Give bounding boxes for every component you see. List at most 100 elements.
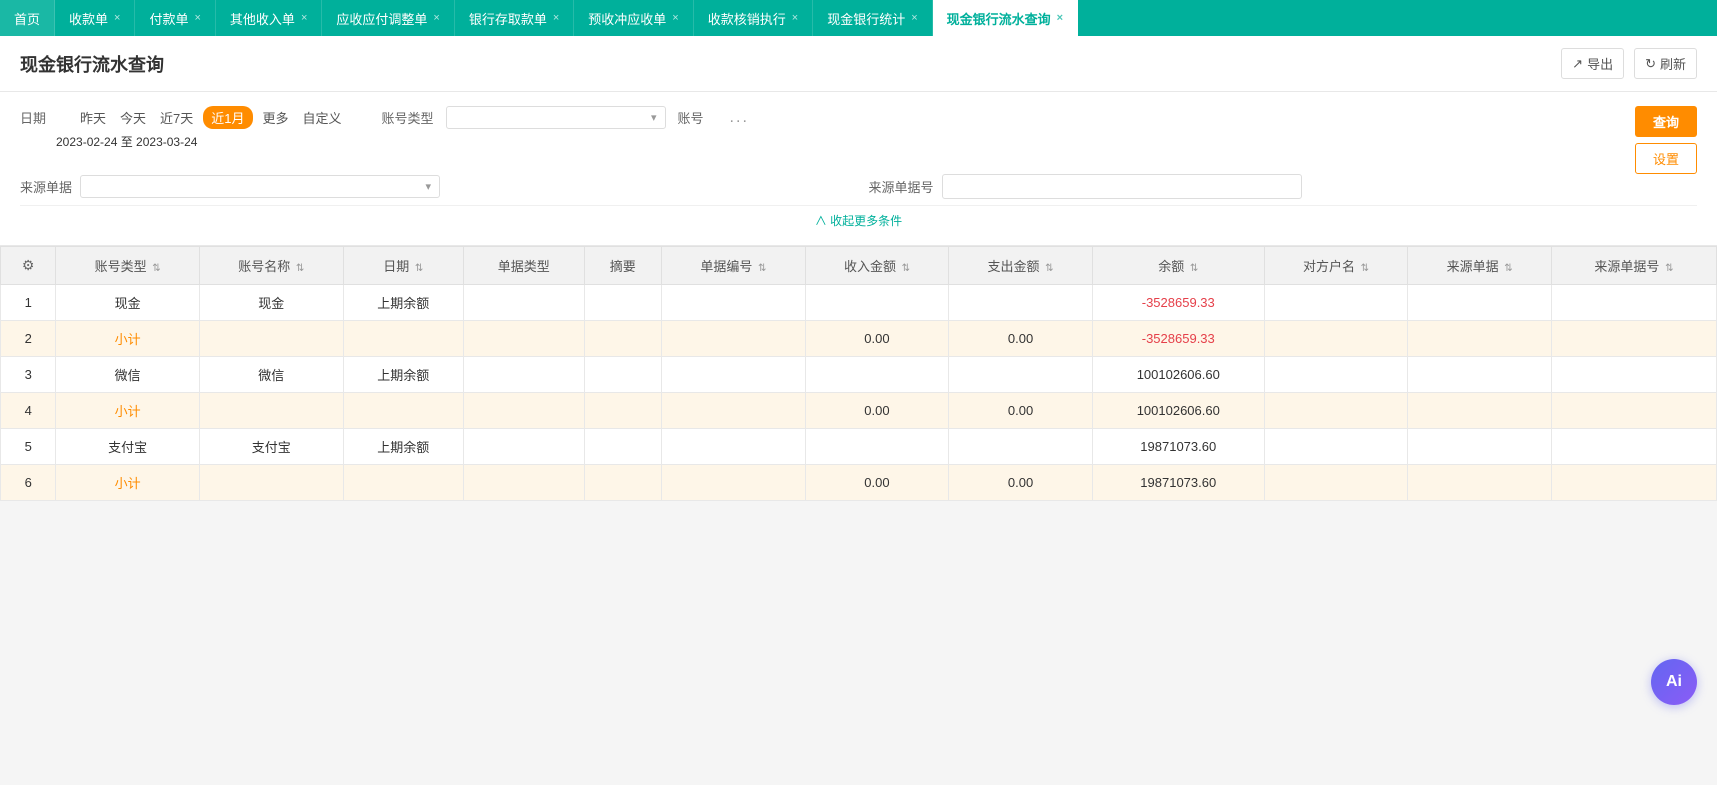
table-area: ⚙ 账号类型 ⇅ 账号名称 ⇅ 日期 ⇅ 单据类型 摘要 — [0, 246, 1717, 501]
table-cell — [1408, 393, 1552, 429]
date-shortcut-today[interactable]: 今天 — [116, 106, 150, 129]
table-cell — [662, 465, 806, 501]
account-dots-button[interactable]: ... — [730, 109, 749, 127]
nav-tab-active[interactable]: 现金银行流水查询 × — [933, 0, 1078, 36]
table-cell — [584, 465, 662, 501]
refresh-button[interactable]: ↻ 刷新 — [1634, 48, 1697, 79]
table-cell: -3528659.33 — [1092, 285, 1264, 321]
table-cell — [1264, 285, 1408, 321]
table-cell: 小计 — [56, 321, 200, 357]
table-cell — [805, 429, 949, 465]
collapse-bar[interactable]: ∧ 收起更多条件 — [20, 205, 1697, 235]
table-cell — [662, 393, 806, 429]
date-shortcut-more[interactable]: 更多 — [259, 106, 293, 129]
query-button[interactable]: 查询 — [1635, 106, 1697, 137]
table-cell — [662, 321, 806, 357]
account-type-select[interactable]: ▾ — [446, 106, 666, 129]
date-shortcut-1month[interactable]: 近1月 — [203, 106, 252, 129]
close-icon[interactable]: × — [194, 12, 200, 24]
sort-icon[interactable]: ⇅ — [296, 263, 304, 274]
table-cell: 6 — [1, 465, 56, 501]
nav-tab-xianjintongji[interactable]: 现金银行统计 × — [813, 0, 932, 36]
export-icon: ↗ — [1572, 56, 1583, 72]
nav-tab-shoukuandan[interactable]: 收款单 × — [55, 0, 135, 36]
table-cell: 支付宝 — [199, 429, 343, 465]
chevron-down-icon: ▾ — [651, 111, 657, 124]
date-shortcut-custom[interactable]: 自定义 — [299, 106, 346, 129]
table-cell — [584, 429, 662, 465]
collapse-up-icon: ∧ — [815, 214, 830, 228]
ai-assistant-button[interactable]: Ai — [1651, 659, 1697, 705]
close-icon[interactable]: × — [792, 12, 798, 24]
source-doc-no-group: 来源单据号 — [869, 174, 1698, 199]
table-cell: 5 — [1, 429, 56, 465]
sort-icon[interactable]: ⇅ — [415, 263, 423, 274]
table-cell — [464, 285, 584, 321]
close-icon[interactable]: × — [911, 12, 917, 24]
page-header: 现金银行流水查询 ↗ 导出 ↻ 刷新 — [0, 36, 1717, 92]
table-cell — [1551, 285, 1716, 321]
date-shortcut-7days[interactable]: 近7天 — [156, 106, 197, 129]
table-cell — [464, 393, 584, 429]
close-icon[interactable]: × — [1057, 12, 1063, 24]
table-cell — [199, 321, 343, 357]
col-account-name: 账号名称 ⇅ — [199, 247, 343, 285]
table-cell — [464, 465, 584, 501]
table-cell — [1551, 465, 1716, 501]
table-cell — [662, 357, 806, 393]
nav-home[interactable]: 首页 — [0, 0, 55, 36]
account-label: 账号 — [678, 108, 718, 127]
sort-icon[interactable]: ⇅ — [152, 263, 160, 274]
table-cell — [1408, 465, 1552, 501]
chevron-down-icon: ▾ — [425, 180, 431, 193]
table-cell — [1408, 357, 1552, 393]
nav-tab-yingshou[interactable]: 应收应付调整单 × — [322, 0, 454, 36]
table-cell — [1551, 393, 1716, 429]
sort-icon[interactable]: ⇅ — [902, 263, 910, 274]
close-icon[interactable]: × — [553, 12, 559, 24]
sort-icon[interactable]: ⇅ — [1361, 263, 1369, 274]
nav-tab-shoukuanhexiao[interactable]: 收款核销执行 × — [694, 0, 813, 36]
table-cell: 现金 — [56, 285, 200, 321]
table-row: 2小计0.000.00-3528659.33 — [1, 321, 1717, 357]
close-icon[interactable]: × — [433, 12, 439, 24]
col-expend: 支出金额 ⇅ — [949, 247, 1093, 285]
sort-icon[interactable]: ⇅ — [758, 263, 766, 274]
action-buttons: 查询 设置 — [1635, 106, 1697, 174]
source-doc-select[interactable]: ▾ — [80, 175, 440, 198]
table-cell — [199, 393, 343, 429]
nav-tab-qitashouru[interactable]: 其他收入单 × — [216, 0, 322, 36]
table-cell: 微信 — [56, 357, 200, 393]
table-cell: 上期余额 — [343, 357, 463, 393]
table-cell — [343, 465, 463, 501]
sort-icon[interactable]: ⇅ — [1504, 263, 1512, 274]
close-icon[interactable]: × — [672, 12, 678, 24]
refresh-icon: ↻ — [1645, 56, 1656, 72]
nav-tab-yinhang[interactable]: 银行存取款单 × — [455, 0, 574, 36]
table-cell: 小计 — [56, 393, 200, 429]
table-cell — [1551, 357, 1716, 393]
table-cell — [662, 285, 806, 321]
nav-tab-yushou[interactable]: 预收冲应收单 × — [574, 0, 693, 36]
col-gear[interactable]: ⚙ — [1, 247, 56, 285]
sort-icon[interactable]: ⇅ — [1665, 263, 1673, 274]
table-cell: 100102606.60 — [1092, 393, 1264, 429]
gear-icon[interactable]: ⚙ — [22, 257, 35, 273]
date-shortcut-yesterday[interactable]: 昨天 — [76, 106, 110, 129]
table-cell: 19871073.60 — [1092, 465, 1264, 501]
close-icon[interactable]: × — [301, 12, 307, 24]
table-header-row: ⚙ 账号类型 ⇅ 账号名称 ⇅ 日期 ⇅ 单据类型 摘要 — [1, 247, 1717, 285]
settings-button[interactable]: 设置 — [1635, 143, 1697, 174]
table-cell: 微信 — [199, 357, 343, 393]
sort-icon[interactable]: ⇅ — [1190, 263, 1198, 274]
table-cell — [1264, 465, 1408, 501]
export-button[interactable]: ↗ 导出 — [1561, 48, 1624, 79]
source-doc-no-input[interactable] — [942, 174, 1302, 199]
sort-icon[interactable]: ⇅ — [1045, 263, 1053, 274]
filter-area: 日期 昨天 今天 近7天 近1月 更多 自定义 账号类型 ▾ 账号 .. — [0, 92, 1717, 246]
col-income: 收入金额 ⇅ — [805, 247, 949, 285]
nav-tab-fukuandan[interactable]: 付款单 × — [135, 0, 215, 36]
filter-row2: 来源单据 ▾ 来源单据号 — [20, 174, 1697, 199]
close-icon[interactable]: × — [114, 12, 120, 24]
table-cell — [343, 393, 463, 429]
